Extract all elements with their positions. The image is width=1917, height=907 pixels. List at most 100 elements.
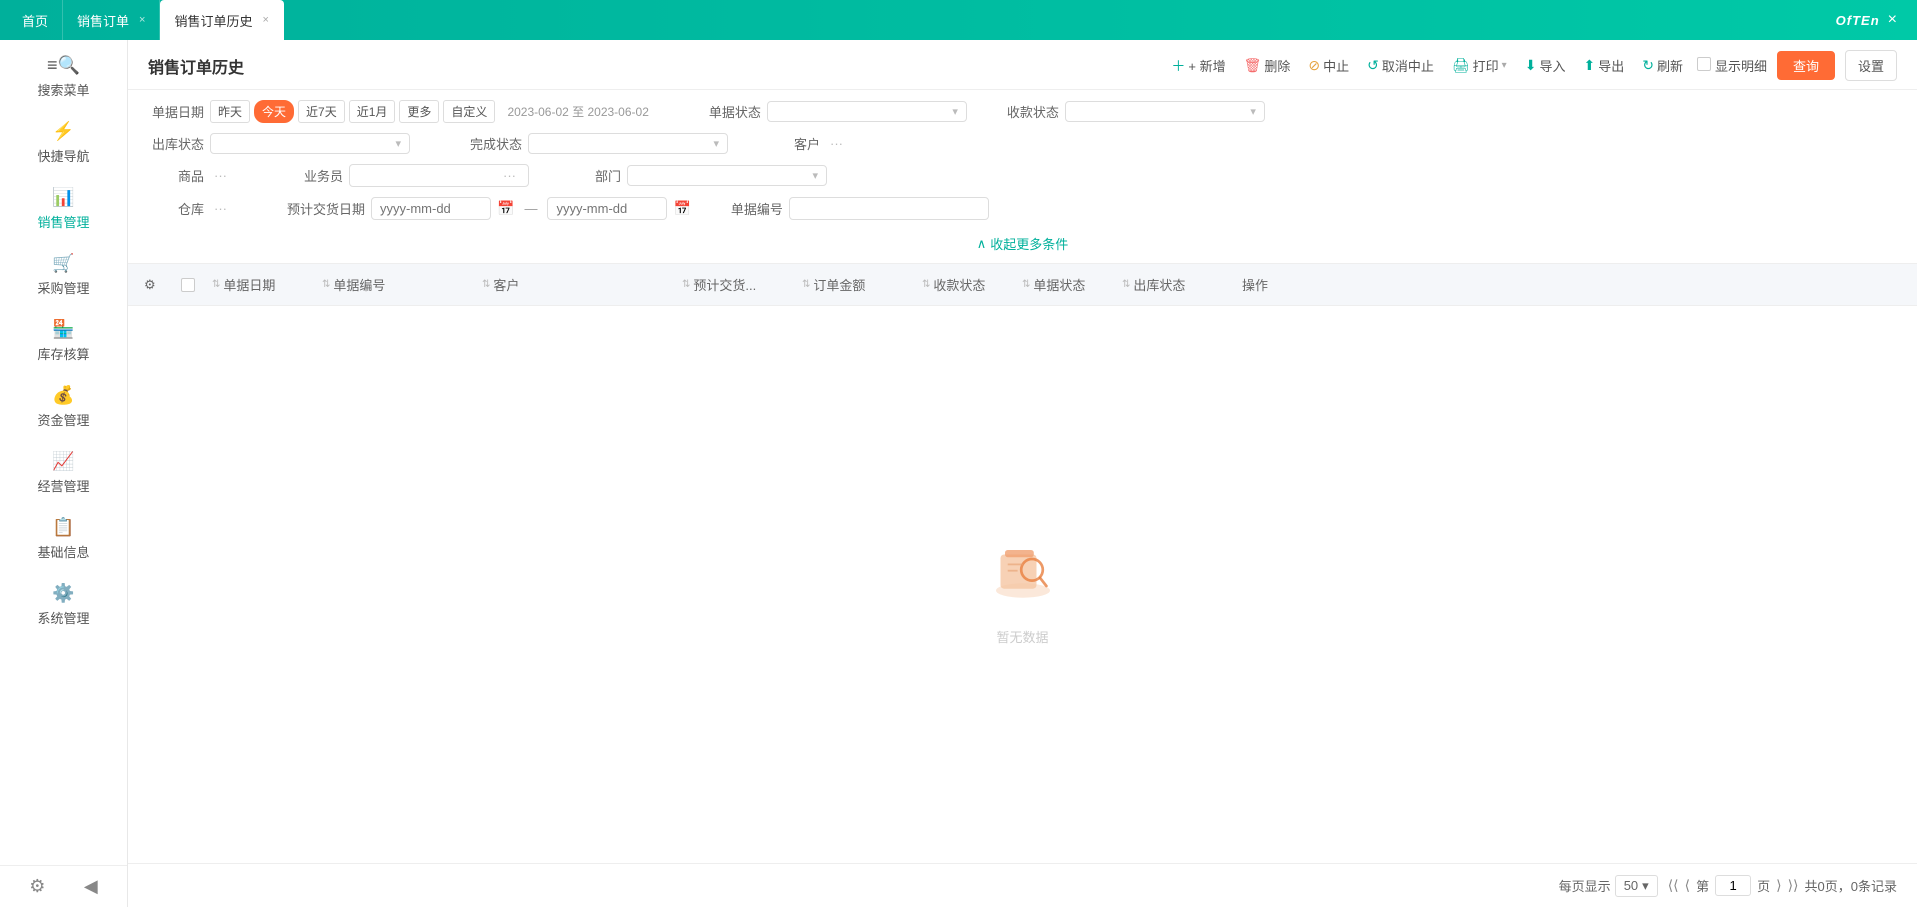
per-page-arrow-icon: ▾ <box>1642 878 1649 894</box>
cancel-stop-button[interactable]: ↺ 取消中止 <box>1363 54 1438 77</box>
page-first-icon[interactable]: ⟨⟨ <box>1668 877 1679 894</box>
date-btn-1month[interactable]: 近1月 <box>349 100 396 123</box>
th-date[interactable]: ⇅ 单据日期 <box>204 275 314 294</box>
complete-status-arrow-icon: ▾ <box>713 137 719 150</box>
customer-dots[interactable]: ··· <box>826 136 847 151</box>
export-label: 导出 <box>1598 56 1624 75</box>
top-bar-right: OfTEn × <box>1836 11 1909 29</box>
th-out-status[interactable]: ⇅ 出库状态 <box>1114 275 1234 294</box>
out-status-label: 出库状态 <box>148 134 204 153</box>
print-button[interactable]: 🖨 打印 ▾ <box>1448 54 1511 77</box>
new-button[interactable]: ＋ + 新增 <box>1167 54 1229 78</box>
date-btn-more[interactable]: 更多 <box>399 100 439 123</box>
query-button[interactable]: 查询 <box>1777 51 1835 80</box>
tab-home[interactable]: 首页 <box>8 0 63 40</box>
sort-amount-icon: ⇅ <box>802 279 810 290</box>
refresh-button[interactable]: ↻ 刷新 <box>1638 54 1687 77</box>
th-checkbox[interactable] <box>172 278 204 292</box>
main-layout: ≡🔍 搜索菜单 ⚡ 快捷导航 📊 销售管理 🛒 采购管理 🏪 库存核算 💰 资金… <box>0 40 1917 907</box>
sort-bill-status-icon: ⇅ <box>1022 279 1030 290</box>
calendar-start-icon[interactable]: 📅 <box>497 200 514 217</box>
page-input[interactable] <box>1715 875 1751 896</box>
th-delivery[interactable]: ⇅ 预计交货... <box>674 275 794 294</box>
th-customer[interactable]: ⇅ 客户 <box>474 275 674 294</box>
tab-sales-history-close[interactable]: × <box>262 14 268 26</box>
tab-sales-history-label: 销售订单历史 <box>174 11 252 30</box>
collapse-row[interactable]: ∧ 收起更多条件 <box>148 230 1897 253</box>
cancel-stop-label: 取消中止 <box>1382 56 1434 75</box>
complete-status-select[interactable]: ▾ <box>528 133 728 154</box>
goods-dots[interactable]: ··· <box>210 168 231 183</box>
sidebar-item-sales-mgmt[interactable]: 📊 销售管理 <box>6 177 121 241</box>
tab-sales-history[interactable]: 销售订单历史 × <box>160 0 283 40</box>
date-btn-custom[interactable]: 自定义 <box>443 100 495 123</box>
import-button[interactable]: ⬇ 导入 <box>1521 54 1570 77</box>
bill-no-label: 单据编号 <box>727 199 783 218</box>
sort-out-status-icon: ⇅ <box>1122 279 1130 290</box>
print-arrow-icon[interactable]: ▾ <box>1502 60 1507 71</box>
delete-button[interactable]: 🗑 删除 <box>1240 54 1295 77</box>
settings-bottom-icon[interactable]: ⚙ <box>29 876 45 897</box>
sidebar-item-search-menu[interactable]: ≡🔍 搜索菜单 <box>6 45 121 109</box>
customer-label: 客户 <box>764 134 820 153</box>
sidebar-item-basic-info[interactable]: 📋 基础信息 <box>6 507 121 571</box>
warehouse-dots[interactable]: ··· <box>210 201 231 216</box>
delivery-date-start-input[interactable] <box>371 197 491 220</box>
sidebar-item-operations[interactable]: 📈 经营管理 <box>6 441 121 505</box>
sidebar-item-purchase-mgmt[interactable]: 🛒 采购管理 <box>6 243 121 307</box>
tab-sales-order-close[interactable]: × <box>139 14 145 26</box>
salesperson-label: 业务员 <box>287 166 343 185</box>
total-text: 共0页，0条记录 <box>1805 876 1897 895</box>
th-bill-status-label: 单据状态 <box>1033 275 1085 294</box>
bill-status-select[interactable]: ▾ <box>767 101 967 122</box>
page-next-icon[interactable]: ⟩ <box>1776 877 1781 894</box>
window-close-icon[interactable]: × <box>1888 11 1897 29</box>
page-label: 第 <box>1696 876 1709 895</box>
salesperson-dots[interactable]: ··· <box>499 168 520 183</box>
display-toggle[interactable]: 显示明细 <box>1697 56 1767 75</box>
sidebar-item-quick-nav[interactable]: ⚡ 快捷导航 <box>6 111 121 175</box>
page-prev-icon[interactable]: ⟨ <box>1685 877 1690 894</box>
th-amount[interactable]: ⇅ 订单金额 <box>794 275 914 294</box>
collapse-arrow-icon: ∧ <box>977 236 987 252</box>
th-num[interactable]: ⇅ 单据编号 <box>314 275 474 294</box>
set-button[interactable]: 设置 <box>1845 50 1897 81</box>
salesperson-input[interactable]: ··· <box>349 164 529 187</box>
toolbar: ＋ + 新增 🗑 删除 ⊘ 中止 ↺ 取消中止 🖨 打印 <box>1167 50 1897 81</box>
display-checkbox[interactable] <box>1697 57 1711 74</box>
filter-complete-status: 完成状态 ▾ <box>466 133 728 154</box>
collapse-sidebar-icon[interactable]: ◀ <box>84 876 98 897</box>
goods-label: 商品 <box>148 166 204 185</box>
th-recv-status[interactable]: ⇅ 收款状态 <box>914 275 1014 294</box>
out-status-select[interactable]: ▾ <box>210 133 410 154</box>
delete-icon: 🗑 <box>1244 57 1262 74</box>
filter-out-status: 出库状态 ▾ <box>148 133 410 154</box>
date-btn-7days[interactable]: 近7天 <box>298 100 345 123</box>
date-btn-yesterday[interactable]: 昨天 <box>210 100 250 123</box>
tab-sales-order[interactable]: 销售订单 × <box>63 0 160 40</box>
sidebar-item-sys-mgmt[interactable]: ⚙️ 系统管理 <box>6 573 121 637</box>
dept-label: 部门 <box>565 166 621 185</box>
header-checkbox[interactable] <box>181 278 195 292</box>
sort-date-icon: ⇅ <box>212 279 220 290</box>
sidebar-item-inventory[interactable]: 🏪 库存核算 <box>6 309 121 373</box>
page-last-icon[interactable]: ⟩⟩ <box>1788 877 1799 894</box>
stop-button[interactable]: ⊘ 中止 <box>1304 54 1353 77</box>
sidebar-item-finance[interactable]: 💰 资金管理 <box>6 375 121 439</box>
th-gear[interactable]: ⚙ <box>136 277 172 293</box>
sort-num-icon: ⇅ <box>322 279 330 290</box>
calendar-end-icon[interactable]: 📅 <box>673 200 690 217</box>
dept-arrow-icon: ▾ <box>812 169 818 182</box>
recv-status-select[interactable]: ▾ <box>1065 101 1265 122</box>
th-bill-status[interactable]: ⇅ 单据状态 <box>1014 275 1114 294</box>
date-btn-today[interactable]: 今天 <box>254 100 294 123</box>
dept-select[interactable]: ▾ <box>627 165 827 186</box>
delivery-date-end-input[interactable] <box>547 197 667 220</box>
bill-no-input[interactable] <box>789 197 989 220</box>
import-label: 导入 <box>1539 56 1565 75</box>
per-page-num[interactable]: 50 ▾ <box>1615 875 1658 897</box>
date-control: 昨天 今天 近7天 近1月 更多 自定义 2023-06-02 至 2023-0… <box>210 100 649 123</box>
th-ops-label: 操作 <box>1242 275 1284 294</box>
sidebar-item-inventory-label: 库存核算 <box>37 344 89 363</box>
export-button[interactable]: ⬆ 导出 <box>1579 54 1628 77</box>
